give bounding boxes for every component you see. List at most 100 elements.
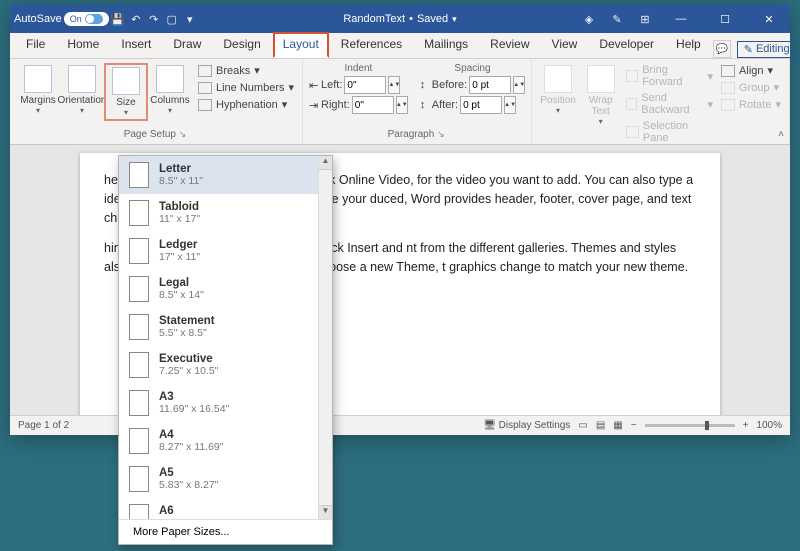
size-name: A4 (159, 429, 223, 441)
page-info[interactable]: Page 1 of 2 (18, 420, 69, 431)
collapse-ribbon-icon[interactable]: ˄ (778, 129, 784, 140)
autosave-pill[interactable]: On (64, 12, 109, 26)
size-name: Ledger (159, 239, 200, 251)
group-paragraph: Indent ⇤Left:▲▼ ⇥Right:▲▼ Spacing ↕Befor… (303, 59, 532, 144)
page-icon (129, 200, 149, 226)
tab-mailings[interactable]: Mailings (414, 32, 478, 58)
margins-icon (24, 65, 52, 93)
page-setup-label: Page Setup (124, 129, 176, 140)
zoom-out-icon[interactable]: − (631, 420, 637, 431)
save-icon[interactable]: 💾 (109, 13, 127, 26)
spinner-icon[interactable]: ▲▼ (388, 76, 400, 94)
editing-mode-button[interactable]: ✎ Editing ▾ (737, 41, 800, 58)
size-dim: 4.13" x 5.83" (159, 517, 218, 519)
margins-button[interactable]: Margins▾ (16, 63, 60, 121)
paragraph-label: Paragraph (388, 129, 435, 140)
tab-insert[interactable]: Insert (111, 32, 161, 58)
page-setup-launcher-icon[interactable]: ↘ (179, 129, 189, 139)
spinner-icon[interactable]: ▲▼ (504, 96, 516, 114)
align-icon (721, 65, 735, 77)
size-option-statement[interactable]: Statement5.5" x 8.5" (119, 308, 332, 346)
view-read-icon[interactable]: ▤ (596, 420, 605, 431)
page-icon (129, 504, 149, 519)
close-button[interactable]: ✕ (752, 5, 786, 33)
more-paper-sizes-button[interactable]: More Paper Sizes... (119, 519, 332, 544)
zoom-in-icon[interactable]: + (743, 420, 749, 431)
doc-dropdown-icon[interactable]: ▾ (452, 14, 457, 25)
size-dim: 17" x 11" (159, 251, 200, 263)
indent-left-input[interactable] (344, 76, 386, 94)
size-option-a5[interactable]: A55.83" x 8.27" (119, 460, 332, 498)
size-option-letter[interactable]: Letter8.5" x 11" (119, 156, 332, 194)
rotate-icon (721, 99, 735, 111)
ribbon-display-icon[interactable]: ⊞ (636, 13, 654, 26)
page-icon (129, 466, 149, 492)
size-dim: 11" x 17" (159, 213, 200, 225)
size-option-ledger[interactable]: Ledger17" x 11" (119, 232, 332, 270)
tab-review[interactable]: Review (480, 32, 539, 58)
scroll-up-icon[interactable]: ▲ (319, 156, 332, 170)
selection-pane-icon (626, 126, 639, 138)
page-icon (129, 352, 149, 378)
redo-icon[interactable]: ↷ (145, 13, 163, 26)
indent-right-input[interactable] (352, 96, 394, 114)
columns-button[interactable]: Columns▾ (148, 63, 192, 121)
size-menu-scrollbar[interactable]: ▲ ▼ (318, 156, 332, 519)
size-name: A3 (159, 391, 229, 403)
breaks-button[interactable]: Breaks ▾ (196, 63, 296, 78)
qat-dropdown-icon[interactable]: ▾ (181, 13, 199, 26)
indent-right-icon: ⇥ (309, 99, 319, 112)
spacing-before-input[interactable] (469, 76, 511, 94)
wrap-text-button: Wrap Text▾ (582, 63, 620, 145)
zoom-value[interactable]: 100% (756, 420, 782, 431)
ribbon-tabs: FileHomeInsertDrawDesignLayoutReferences… (10, 33, 790, 59)
size-option-a6[interactable]: A64.13" x 5.83" (119, 498, 332, 519)
tab-draw[interactable]: Draw (163, 32, 211, 58)
pen-icon[interactable]: ✎ (608, 13, 626, 26)
paragraph-launcher-icon[interactable]: ↘ (437, 129, 447, 139)
size-option-a3[interactable]: A311.69" x 16.54" (119, 384, 332, 422)
line-numbers-button[interactable]: Line Numbers ▾ (196, 80, 296, 95)
size-option-executive[interactable]: Executive7.25" x 10.5" (119, 346, 332, 384)
spinner-icon[interactable]: ▲▼ (396, 96, 408, 114)
size-menu-list: ▲ ▼ Letter8.5" x 11"Tabloid11" x 17"Ledg… (119, 156, 332, 519)
hyphenation-button[interactable]: Hyphenation ▾ (196, 97, 296, 112)
position-icon (544, 65, 572, 93)
page-icon (129, 238, 149, 264)
maximize-button[interactable]: ☐ (708, 5, 742, 33)
size-button[interactable]: Size▾ (104, 63, 148, 121)
position-button: Position▾ (538, 63, 578, 145)
selection-pane-button[interactable]: Selection Pane (624, 119, 716, 145)
orientation-button[interactable]: Orientation▾ (60, 63, 104, 121)
tab-view[interactable]: View (542, 32, 588, 58)
size-dim: 5.5" x 8.5" (159, 327, 207, 339)
scroll-down-icon[interactable]: ▼ (319, 505, 332, 519)
spacing-after-input[interactable] (460, 96, 502, 114)
tab-file[interactable]: File (16, 32, 55, 58)
display-settings-button[interactable]: 🖥 Display Settings (483, 420, 570, 431)
view-print-icon[interactable]: ▭ (578, 420, 587, 431)
comments-icon[interactable]: 💬 (713, 40, 731, 58)
group-page-setup: Margins▾ Orientation▾ Size▾ Columns▾ Bre… (10, 59, 303, 144)
diamond-icon[interactable]: ◈ (580, 13, 598, 26)
size-dim: 11.69" x 16.54" (159, 403, 229, 415)
size-option-tabloid[interactable]: Tabloid11" x 17" (119, 194, 332, 232)
qat-more-icon[interactable]: ▢ (163, 13, 181, 26)
tab-help[interactable]: Help (666, 32, 711, 58)
undo-icon[interactable]: ↶ (127, 13, 145, 26)
tab-layout[interactable]: Layout (273, 32, 329, 58)
size-dim: 5.83" x 8.27" (159, 479, 218, 491)
minimize-button[interactable]: — (664, 5, 698, 33)
tab-developer[interactable]: Developer (589, 32, 664, 58)
spinner-icon[interactable]: ▲▼ (513, 76, 525, 94)
size-option-a4[interactable]: A48.27" x 11.69" (119, 422, 332, 460)
align-button[interactable]: Align ▾ (719, 63, 783, 78)
size-dim: 7.25" x 10.5" (159, 365, 218, 377)
tab-design[interactable]: Design (213, 32, 270, 58)
view-web-icon[interactable]: ▦ (613, 420, 622, 431)
tab-home[interactable]: Home (57, 32, 109, 58)
tab-references[interactable]: References (331, 32, 412, 58)
zoom-slider[interactable] (645, 424, 735, 427)
size-option-legal[interactable]: Legal8.5" x 14" (119, 270, 332, 308)
group-button: Group ▾ (719, 80, 783, 95)
